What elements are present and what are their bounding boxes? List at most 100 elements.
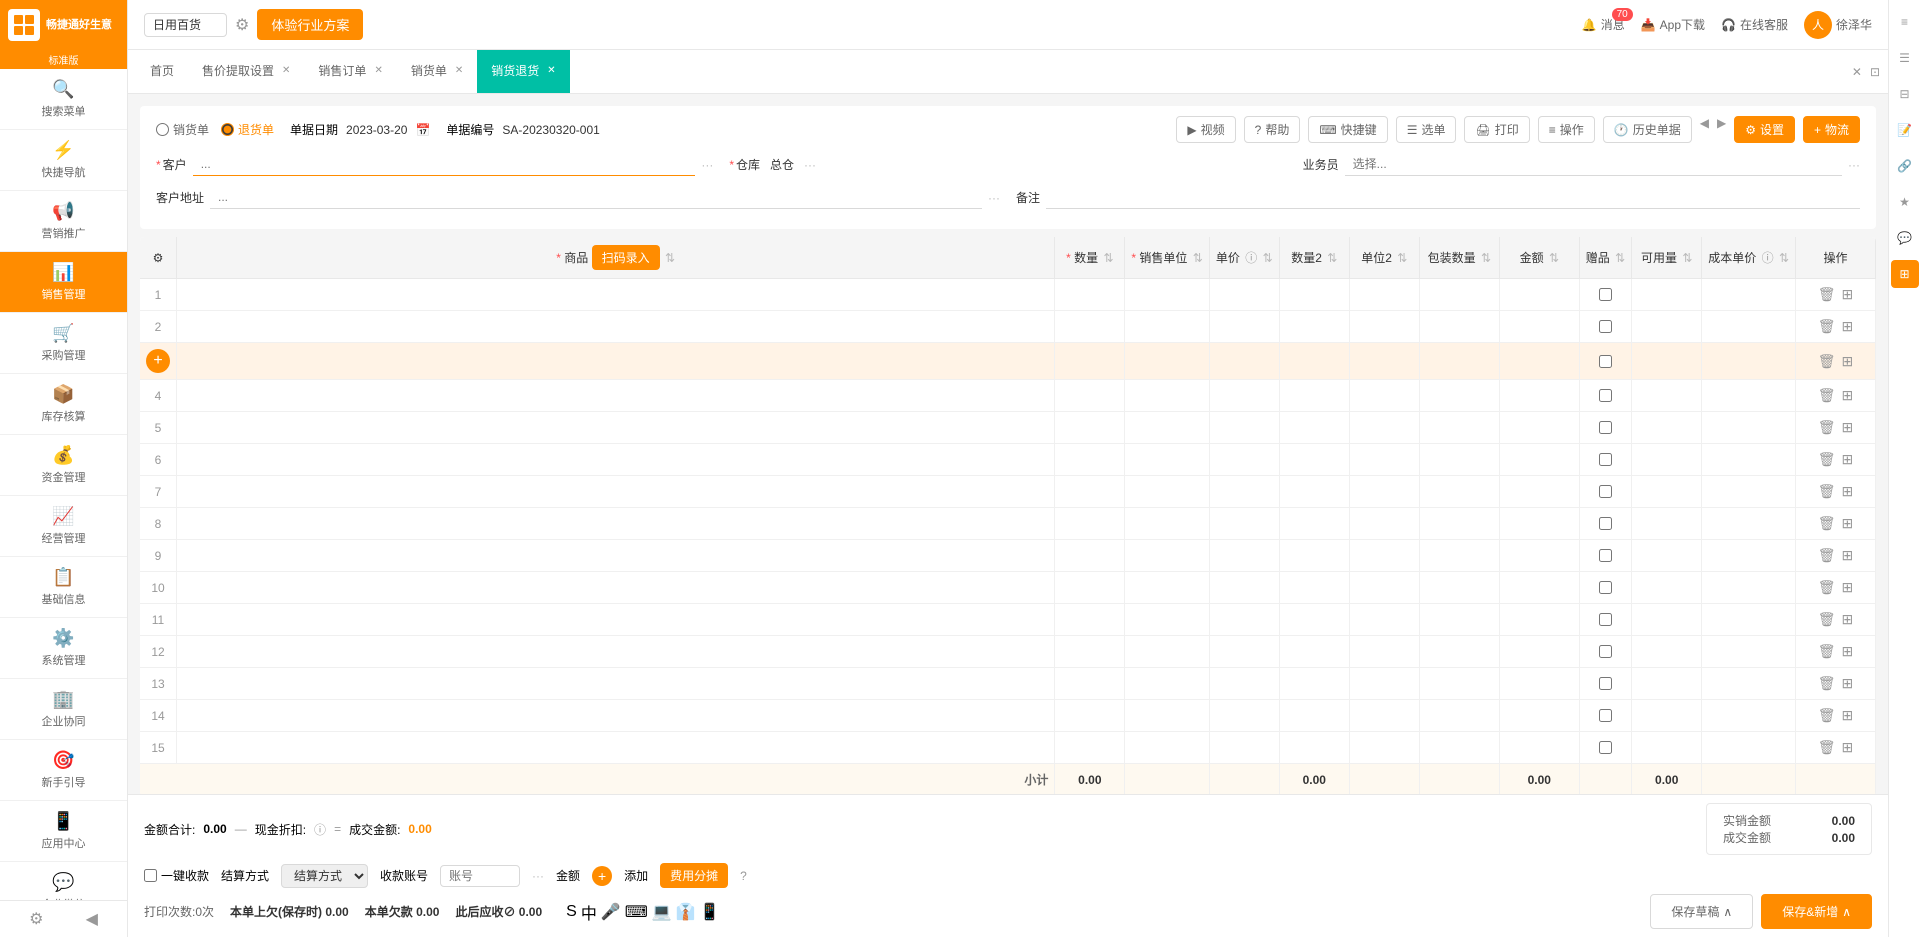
online-service-btn[interactable]: 🎧 在线客服 <box>1721 16 1788 33</box>
copy-row-2-icon[interactable]: ⊞ <box>1842 318 1854 335</box>
tab-sales-return[interactable]: 销货退货 ✕ <box>477 50 569 93</box>
add-row-btn[interactable]: + <box>146 349 170 373</box>
account-input[interactable] <box>440 865 520 887</box>
radio-return[interactable]: 退货单 <box>221 121 274 138</box>
print-btn[interactable]: 🖨 打印 <box>1464 116 1529 143</box>
tab-sales-order-close-icon[interactable]: ✕ <box>374 65 382 76</box>
price-sort-icon[interactable]: ⇅ <box>1263 251 1273 265</box>
amount-cell-3[interactable] <box>1499 343 1579 380</box>
cost-sort-icon[interactable]: ⇅ <box>1779 251 1789 265</box>
app-download-btn[interactable]: 📥 App下载 <box>1641 16 1705 33</box>
sidebar-item-search[interactable]: 🔍 搜索菜单 <box>0 69 127 130</box>
warehouse-more-icon[interactable]: ··· <box>804 158 816 172</box>
collapse-icon[interactable]: ◀ <box>86 909 98 929</box>
tab-price-settings[interactable]: 售价提取设置 ✕ <box>188 50 304 93</box>
imei-icon-2[interactable]: 中 <box>581 900 597 924</box>
select-btn[interactable]: ☰ 选单 <box>1396 116 1457 143</box>
experience-btn[interactable]: 体验行业方案 <box>257 9 363 40</box>
price-cell-3[interactable] <box>1209 343 1279 380</box>
amount-sort-icon[interactable]: ⇅ <box>1549 251 1559 265</box>
pkg-cell-1[interactable] <box>1419 279 1499 311</box>
sidebar-item-guide[interactable]: 🎯 新手引导 <box>0 740 127 801</box>
unit2-cell-3[interactable] <box>1349 343 1419 380</box>
qty-sort-icon[interactable]: ⇅ <box>1104 251 1114 265</box>
sidebar-item-sales[interactable]: 📊 销售管理 <box>0 252 127 313</box>
gift-check-9[interactable] <box>1599 549 1612 562</box>
sidebar-item-shortcut[interactable]: ⚡ 快捷导航 <box>0 130 127 191</box>
sidebar-item-system[interactable]: ⚙️ 系统管理 <box>0 618 127 679</box>
gift-sort-icon[interactable]: ⇅ <box>1615 251 1625 265</box>
add-payment-btn[interactable]: + <box>592 866 612 886</box>
gift-check-12[interactable] <box>1599 645 1612 658</box>
right-panel-btn-3[interactable]: ⊟ <box>1891 80 1919 108</box>
gift-check-4[interactable] <box>1599 389 1612 402</box>
right-panel-btn-2[interactable]: ☰ <box>1891 44 1919 72</box>
industry-select[interactable]: 日用百货 <box>144 13 227 37</box>
gift-check-13[interactable] <box>1599 677 1612 690</box>
product-cell-1[interactable] <box>177 279 1055 311</box>
one-click-checkbox[interactable] <box>144 869 157 882</box>
tab-sales-close-icon[interactable]: ✕ <box>455 65 463 76</box>
available-cell-2[interactable] <box>1632 311 1702 343</box>
delete-row-7-icon[interactable]: 🗑 <box>1818 483 1836 500</box>
imei-icon-4[interactable]: ⌨ <box>625 902 648 922</box>
help-btn[interactable]: ? 帮助 <box>1244 116 1301 143</box>
gift-check-15[interactable] <box>1599 741 1612 754</box>
delete-row-12-icon[interactable]: 🗑 <box>1818 643 1836 660</box>
right-panel-btn-7[interactable]: 💬 <box>1891 224 1919 252</box>
sidebar-item-operations[interactable]: 📈 经营管理 <box>0 496 127 557</box>
copy-row-10-icon[interactable]: ⊞ <box>1842 579 1854 596</box>
salesperson-input[interactable] <box>1345 153 1842 176</box>
available-sort-icon[interactable]: ⇅ <box>1682 251 1692 265</box>
unit-cell-1[interactable] <box>1125 279 1209 311</box>
delete-row-15-icon[interactable]: 🗑 <box>1818 739 1836 756</box>
radio-sales-input[interactable] <box>156 123 169 136</box>
qty-cell-3[interactable] <box>1055 343 1125 380</box>
expand-tab-icon[interactable]: ⊡ <box>1870 65 1880 79</box>
copy-row-3-icon[interactable]: ⊞ <box>1842 353 1854 370</box>
close-tab-icon[interactable]: ✕ <box>1852 65 1862 79</box>
qty-cell-2[interactable] <box>1055 311 1125 343</box>
copy-row-11-icon[interactable]: ⊞ <box>1842 611 1854 628</box>
available-cell-3[interactable] <box>1632 343 1702 380</box>
sidebar-item-apps[interactable]: 📱 应用中心 <box>0 801 127 862</box>
sidebar-item-enterprise[interactable]: 🏢 企业协同 <box>0 679 127 740</box>
topbar-gear-icon[interactable]: ⚙ <box>235 15 249 35</box>
settings-bottom-icon[interactable]: ⚙ <box>29 909 43 929</box>
address-more-icon[interactable]: ··· <box>988 191 1000 205</box>
salesperson-more-icon[interactable]: ··· <box>1848 158 1860 172</box>
price-cell-2[interactable] <box>1209 311 1279 343</box>
gift-check-3[interactable] <box>1599 355 1612 368</box>
unit-sort-icon[interactable]: ⇅ <box>1193 251 1203 265</box>
right-panel-btn-8[interactable]: ⊞ <box>1891 260 1919 288</box>
fee-help-icon[interactable]: ? <box>740 869 747 883</box>
imei-icon-6[interactable]: 👔 <box>676 902 696 922</box>
imei-icon-7[interactable]: 📱 <box>700 902 720 922</box>
copy-row-9-icon[interactable]: ⊞ <box>1842 547 1854 564</box>
available-cell-1[interactable] <box>1632 279 1702 311</box>
tab-home[interactable]: 首页 <box>136 50 188 93</box>
delete-row-10-icon[interactable]: 🗑 <box>1818 579 1836 596</box>
tab-sales-return-close-icon[interactable]: ✕ <box>547 65 555 76</box>
cost-cell-1[interactable] <box>1702 279 1796 311</box>
amount-cell-1[interactable] <box>1499 279 1579 311</box>
delete-row-9-icon[interactable]: 🗑 <box>1818 547 1836 564</box>
unit2-cell-1[interactable] <box>1349 279 1419 311</box>
sidebar-item-basic[interactable]: 📋 基础信息 <box>0 557 127 618</box>
gift-check-6[interactable] <box>1599 453 1612 466</box>
unit-cell-2[interactable] <box>1125 311 1209 343</box>
tab-sales-order[interactable]: 销售订单 ✕ <box>304 50 396 93</box>
operate-btn[interactable]: ≡ 操作 <box>1538 116 1595 143</box>
unit-cell-3[interactable] <box>1125 343 1209 380</box>
delete-row-2-icon[interactable]: 🗑 <box>1818 318 1836 335</box>
delete-row-8-icon[interactable]: 🗑 <box>1818 515 1836 532</box>
cost-cell-2[interactable] <box>1702 311 1796 343</box>
next-icon[interactable]: ▶ <box>1717 116 1726 143</box>
qty2-sort-icon[interactable]: ⇅ <box>1327 251 1337 265</box>
delete-row-6-icon[interactable]: 🗑 <box>1818 451 1836 468</box>
sidebar-item-inventory[interactable]: 📦 库存核算 <box>0 374 127 435</box>
copy-row-5-icon[interactable]: ⊞ <box>1842 419 1854 436</box>
unit2-sort-icon[interactable]: ⇅ <box>1397 251 1407 265</box>
right-panel-btn-5[interactable]: 🔗 <box>1891 152 1919 180</box>
address-input[interactable] <box>210 186 982 209</box>
